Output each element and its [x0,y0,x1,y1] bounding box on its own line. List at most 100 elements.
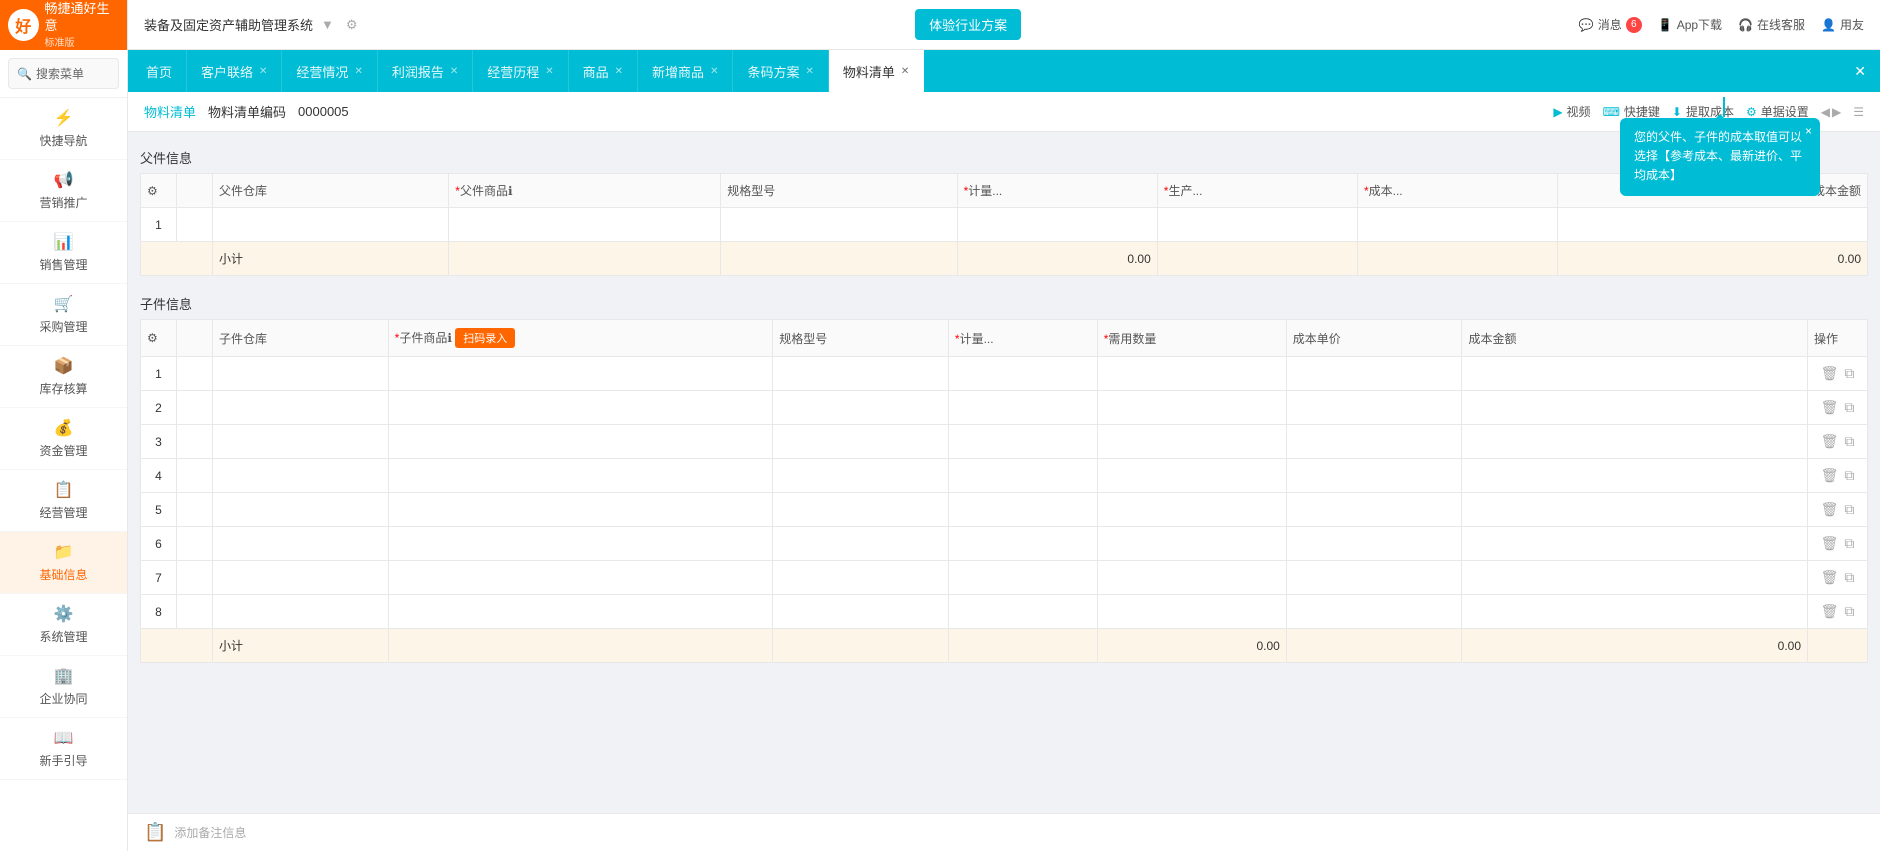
sidebar-item-inventory[interactable]: 📦 库存核算 [0,346,127,408]
delete-icon-3[interactable]: 🗑 [1821,433,1839,450]
sidebar-item-system[interactable]: ⚙️ 系统管理 [0,594,127,656]
child-cell-price-2[interactable] [1286,391,1462,425]
child-cell-unit-1[interactable] [948,357,1097,391]
nav-tab-7[interactable]: 条码方案✕ [733,50,828,92]
tooltip-close-button[interactable]: × [1805,122,1812,141]
child-cell-product-7[interactable] [388,561,773,595]
nav-tab-1[interactable]: 客户联络✕ [187,50,282,92]
copy-icon-4[interactable]: ⧉ [1844,467,1854,484]
dropdown-icon[interactable]: ▼ [321,17,334,32]
copy-icon-2[interactable]: ⧉ [1844,399,1854,416]
tab-close-8[interactable]: ✕ [901,66,909,77]
sidebar-item-guide[interactable]: 📖 新手引导 [0,718,127,780]
child-cell-spec-6[interactable] [773,527,949,561]
child-cell-warehouse-6[interactable] [213,527,389,561]
sidebar-item-quick-nav[interactable]: ⚡ 快捷导航 [0,98,127,160]
tab-close-2[interactable]: ✕ [354,66,362,77]
tab-close-1[interactable]: ✕ [259,66,267,77]
copy-icon-5[interactable]: ⧉ [1844,501,1854,518]
parent-cell-cost[interactable] [1357,208,1557,242]
copy-icon-6[interactable]: ⧉ [1844,535,1854,552]
copy-icon-8[interactable]: ⧉ [1844,603,1854,620]
child-cell-qty-4[interactable] [1097,459,1286,493]
trial-button[interactable]: 体验行业方案 [915,9,1021,40]
child-cell-product-4[interactable] [388,459,773,493]
child-cell-unit-8[interactable] [948,595,1097,629]
child-cell-product-1[interactable] [388,357,773,391]
child-cell-price-7[interactable] [1286,561,1462,595]
child-cell-product-2[interactable] [388,391,773,425]
child-cell-warehouse-8[interactable] [213,595,389,629]
child-cell-qty-2[interactable] [1097,391,1286,425]
delete-icon-6[interactable]: 🗑 [1821,535,1839,552]
tab-close-4[interactable]: ✕ [545,66,553,77]
child-cell-spec-3[interactable] [773,425,949,459]
sidebar-item-enterprise[interactable]: 🏢 企业协同 [0,656,127,718]
sidebar-item-operations[interactable]: 📋 经营管理 [0,470,127,532]
sidebar-item-purchase[interactable]: 🛒 采购管理 [0,284,127,346]
child-cell-warehouse-3[interactable] [213,425,389,459]
sidebar-item-finance[interactable]: 💰 资金管理 [0,408,127,470]
tab-close-5[interactable]: ✕ [615,66,623,77]
view-button[interactable]: ▶ 视频 [1553,103,1590,120]
parent-cell-spec[interactable] [721,208,957,242]
nav-tab-5[interactable]: 商品✕ [569,50,638,92]
child-cell-spec-2[interactable] [773,391,949,425]
nav-tab-6[interactable]: 新增商品✕ [638,50,733,92]
child-cell-unit-7[interactable] [948,561,1097,595]
parent-cell-product[interactable] [449,208,721,242]
online-service-button[interactable]: 🎧 在线客服 [1738,16,1805,33]
tab-close-7[interactable]: ✕ [805,66,813,77]
parent-cell-warehouse[interactable] [213,208,449,242]
child-cell-product-5[interactable] [388,493,773,527]
nav-tab-3[interactable]: 利润报告✕ [378,50,473,92]
child-cell-qty-6[interactable] [1097,527,1286,561]
child-cell-price-1[interactable] [1286,357,1462,391]
child-cell-spec-8[interactable] [773,595,949,629]
settings-icon[interactable]: ⚙ [346,17,358,33]
delete-icon-5[interactable]: 🗑 [1821,501,1839,518]
child-cell-qty-8[interactable] [1097,595,1286,629]
child-cell-price-4[interactable] [1286,459,1462,493]
delete-icon-1[interactable]: 🗑 [1821,365,1839,382]
tab-close-6[interactable]: ✕ [710,66,718,77]
app-download-button[interactable]: 📱 App下载 [1658,16,1722,33]
list-view-button[interactable]: ☰ [1853,105,1864,119]
child-cell-price-3[interactable] [1286,425,1462,459]
search-menu-button[interactable]: 🔍 搜索菜单 [8,58,119,89]
nav-tab-0[interactable]: 首页 [132,50,187,92]
delete-icon-4[interactable]: 🗑 [1821,467,1839,484]
sidebar-item-basic-info[interactable]: 📁 基础信息 [0,532,127,594]
child-cell-spec-1[interactable] [773,357,949,391]
nav-tab-8[interactable]: 物料清单✕ [829,50,924,92]
next-button[interactable]: ▶ [1832,105,1841,119]
child-cell-qty-1[interactable] [1097,357,1286,391]
child-cell-qty-3[interactable] [1097,425,1286,459]
global-close-button[interactable]: ✕ [1844,63,1876,80]
scan-input-button[interactable]: 扫码录入 [455,328,515,348]
child-cell-warehouse-7[interactable] [213,561,389,595]
child-cell-warehouse-4[interactable] [213,459,389,493]
delete-icon-7[interactable]: 🗑 [1821,569,1839,586]
sidebar-item-sales[interactable]: 📊 销售管理 [0,222,127,284]
tab-close-3[interactable]: ✕ [450,66,458,77]
prev-button[interactable]: ◀ [1821,105,1830,119]
child-col-settings[interactable]: ⚙ [141,320,177,357]
sidebar-item-marketing[interactable]: 📢 营销推广 [0,160,127,222]
nav-tab-2[interactable]: 经营情况✕ [282,50,377,92]
message-button[interactable]: 💬 消息 6 [1579,16,1642,33]
child-cell-qty-5[interactable] [1097,493,1286,527]
child-cell-unit-5[interactable] [948,493,1097,527]
copy-icon-1[interactable]: ⧉ [1844,365,1854,382]
child-cell-price-5[interactable] [1286,493,1462,527]
child-cell-product-6[interactable] [388,527,773,561]
copy-icon-3[interactable]: ⧉ [1844,433,1854,450]
copy-icon-7[interactable]: ⧉ [1844,569,1854,586]
delete-icon-8[interactable]: 🗑 [1821,603,1839,620]
child-cell-unit-6[interactable] [948,527,1097,561]
breadcrumb-parent[interactable]: 物料清单 [144,102,196,121]
child-cell-unit-3[interactable] [948,425,1097,459]
child-cell-product-8[interactable] [388,595,773,629]
delete-icon-2[interactable]: 🗑 [1821,399,1839,416]
child-cell-unit-2[interactable] [948,391,1097,425]
